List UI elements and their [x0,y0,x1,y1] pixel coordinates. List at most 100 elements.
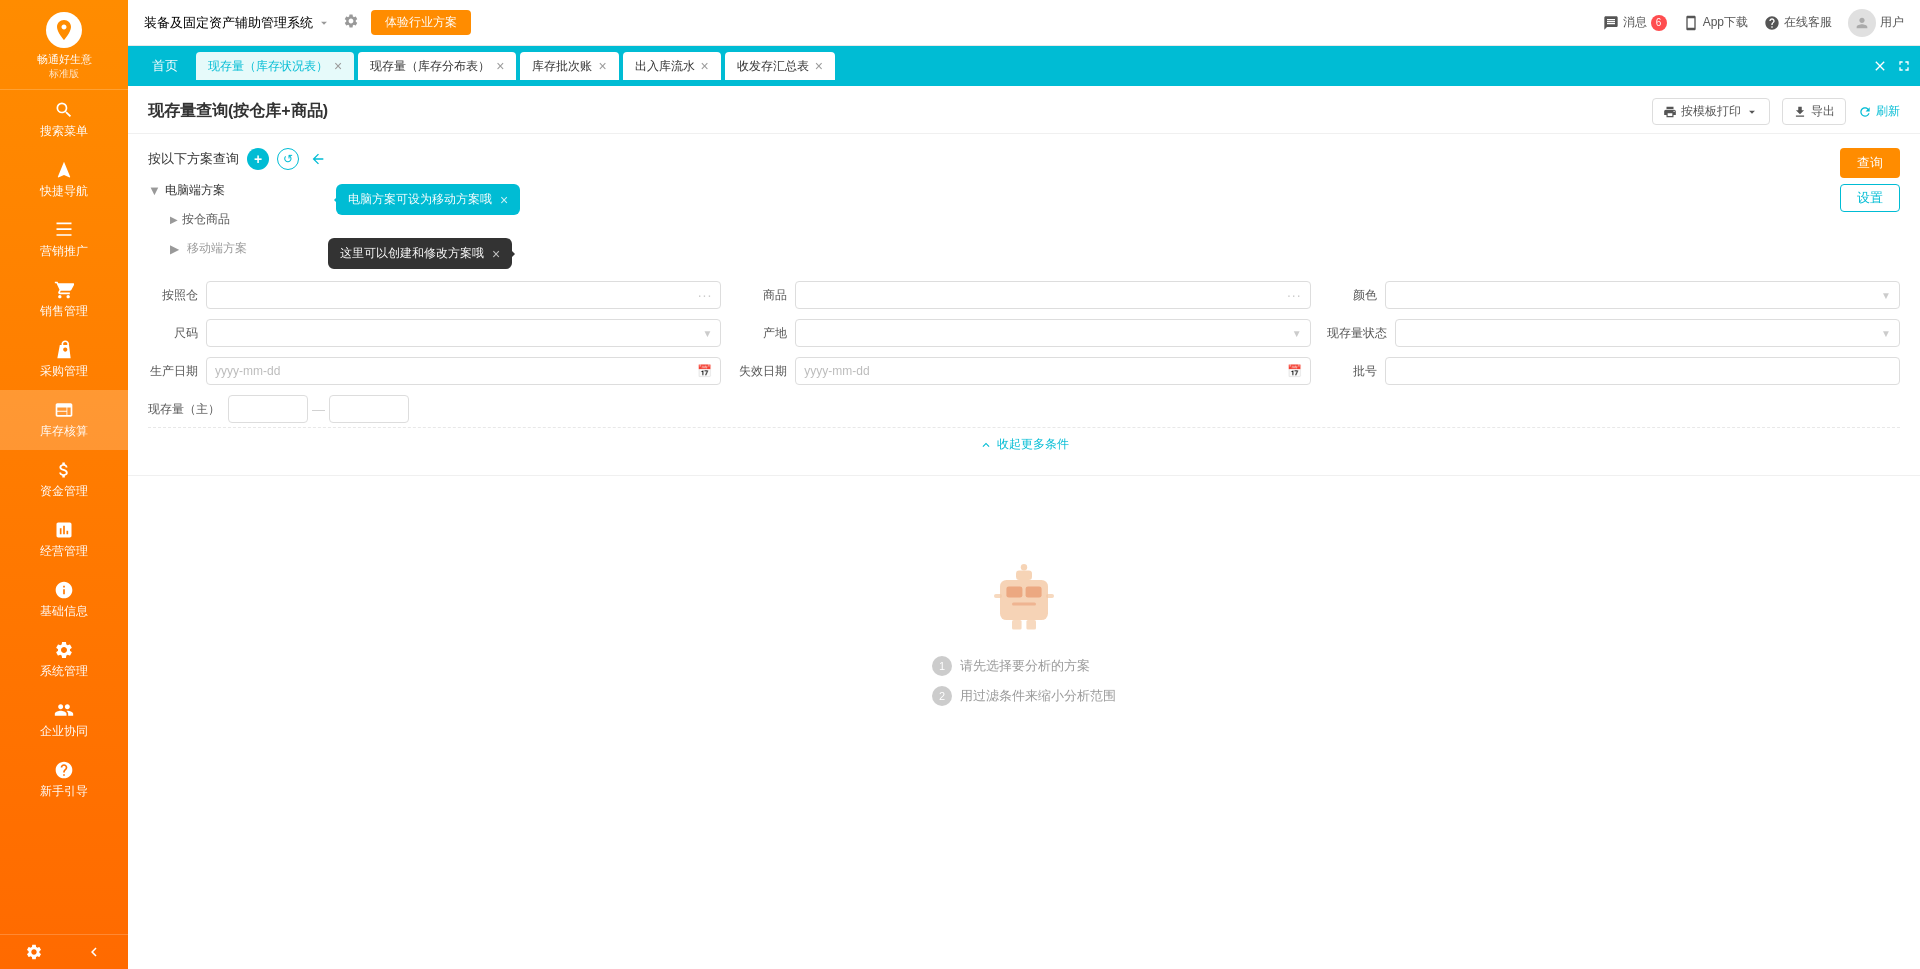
page-header: 现存量查询(按仓库+商品) 按模板打印 导出 刷新 [128,86,1920,134]
sidebar-label-sales: 销售管理 [40,303,88,320]
mobile-scheme-row[interactable]: ▶ 移动端方案 [164,238,328,259]
filter-add-btn[interactable]: + [247,148,269,170]
online-support-btn[interactable]: 在线客服 [1764,14,1832,31]
header-left: 装备及固定资产辅助管理系统 体验行业方案 [144,10,471,35]
tab-fullscreen-icon[interactable] [1896,58,1912,74]
color-chevron-icon: ▼ [1881,290,1891,301]
industry-btn[interactable]: 体验行业方案 [371,10,471,35]
filter-refresh-btn[interactable]: ↺ [277,148,299,170]
sidebar-label-guide: 新手引导 [40,783,88,800]
tooltip-create-text: 这里可以创建和修改方案哦 [340,245,484,262]
inv-qty-min[interactable] [228,395,308,423]
sidebar-item-inventory[interactable]: 库存核算 [0,390,128,450]
exp-date-calendar-icon: 📅 [1287,364,1302,378]
empty-state: 1 请先选择要分析的方案 2 用过滤条件来缩小分析范围 [128,476,1920,786]
user-avatar-area[interactable]: 用户 [1848,9,1904,37]
tab-inventory-status[interactable]: 现存量（库存状况表） × [196,52,354,80]
tab-close-in-out-flow[interactable]: × [701,58,709,74]
tab-in-out-flow[interactable]: 出入库流水 × [623,52,721,80]
tooltip-desktop-close[interactable]: × [500,192,508,208]
tab-close-batch-ledger[interactable]: × [598,58,606,74]
tab-recv-summary[interactable]: 收发存汇总表 × [725,52,835,80]
message-badge: 6 [1651,15,1667,31]
exp-date-input[interactable]: yyyy-mm-dd 📅 [795,357,1310,385]
warehouse-label: 按照仓 [148,287,198,304]
sidebar-item-system[interactable]: 系统管理 [0,630,128,690]
inv-qty-label: 现存量（主） [148,401,220,418]
page-actions: 按模板打印 导出 刷新 [1652,98,1900,125]
color-select[interactable]: ▼ [1385,281,1900,309]
svg-rect-4 [1016,570,1032,580]
tooltip-create-close[interactable]: × [492,246,500,262]
filter-color: 颜色 ▼ [1327,281,1900,309]
scheme-item-warehouse[interactable]: ▶ 按仓商品 [164,209,328,230]
warehouse-select[interactable]: ··· [206,281,721,309]
sidebar-item-basic[interactable]: 基础信息 [0,570,128,630]
sidebar-label-basic: 基础信息 [40,603,88,620]
tab-close-recv-summary[interactable]: × [815,58,823,74]
empty-step-2: 2 用过滤条件来缩小分析范围 [932,686,1116,706]
export-label: 导出 [1811,103,1835,120]
origin-select[interactable]: ▼ [795,319,1310,347]
sidebar-item-operations[interactable]: 经营管理 [0,510,128,570]
tree-expand-icon[interactable]: ▼ [148,183,161,198]
batch-label: 批号 [1327,363,1377,380]
message-btn[interactable]: 消息 6 [1603,14,1667,31]
sidebar-item-enterprise[interactable]: 企业协同 [0,690,128,750]
filter-left-btn[interactable] [307,148,329,170]
tab-inventory-dist[interactable]: 现存量（库存分布表） × [358,52,516,80]
top-header: 装备及固定资产辅助管理系统 体验行业方案 消息 6 App下载 在线客服 [128,0,1920,46]
app-download-btn[interactable]: App下载 [1683,14,1748,31]
sidebar-item-marketing[interactable]: 营销推广 [0,210,128,270]
goods-select[interactable]: ··· [795,281,1310,309]
sidebar-label-inventory: 库存核算 [40,423,88,440]
tab-close-inventory-dist[interactable]: × [496,58,504,74]
inv-qty-max[interactable] [329,395,409,423]
collapse-more-btn[interactable]: 收起更多条件 [148,427,1900,461]
filter-label: 按以下方案查询 [148,150,239,168]
query-btn[interactable]: 查询 [1840,148,1900,178]
tab-home[interactable]: 首页 [136,46,194,86]
print-btn[interactable]: 按模板打印 [1652,98,1770,125]
batch-input[interactable] [1385,357,1900,385]
filter-origin: 产地 ▼ [737,319,1310,347]
sidebar-label-finance: 资金管理 [40,483,88,500]
origin-chevron-icon: ▼ [1292,328,1302,339]
sidebar-item-nav[interactable]: 快捷导航 [0,150,128,210]
sidebar-label-nav: 快捷导航 [40,183,88,200]
svg-rect-0 [1000,580,1048,620]
step-num-2: 2 [932,686,952,706]
settings-icon[interactable] [25,943,43,961]
sidebar-item-guide[interactable]: 新手引导 [0,750,128,810]
sidebar-label-enterprise: 企业协同 [40,723,88,740]
export-btn[interactable]: 导出 [1782,98,1846,125]
size-chevron-icon: ▼ [702,328,712,339]
svg-rect-1 [1006,586,1022,597]
prod-date-label: 生产日期 [148,363,198,380]
sidebar-item-search[interactable]: 搜索菜单 [0,90,128,150]
tab-close-all-icon[interactable] [1872,58,1888,74]
system-name-dropdown[interactable]: 装备及固定资产辅助管理系统 [144,14,331,32]
online-support-label: 在线客服 [1784,14,1832,31]
set-btn[interactable]: 设置 [1840,184,1900,212]
header-gear-icon[interactable] [343,13,359,32]
prod-date-input[interactable]: yyyy-mm-dd 📅 [206,357,721,385]
prod-date-placeholder: yyyy-mm-dd [215,364,280,378]
tab-batch-ledger[interactable]: 库存批次账 × [520,52,618,80]
sidebar-item-purchase[interactable]: 采购管理 [0,330,128,390]
sidebar-item-finance[interactable]: 资金管理 [0,450,128,510]
svg-rect-8 [1012,620,1022,630]
collapse-sidebar-icon[interactable] [85,943,103,961]
message-label: 消息 [1623,14,1647,31]
tab-bar-right [1872,58,1912,74]
origin-label: 产地 [737,325,787,342]
refresh-btn[interactable]: 刷新 [1858,103,1900,120]
sidebar-label-marketing: 营销推广 [40,243,88,260]
exp-date-placeholder: yyyy-mm-dd [804,364,869,378]
tab-close-inventory-status[interactable]: × [334,58,342,74]
sidebar-item-sales[interactable]: 销售管理 [0,270,128,330]
inv-status-select[interactable]: ▼ [1395,319,1900,347]
exp-date-label: 失效日期 [737,363,787,380]
step-2-text: 用过滤条件来缩小分析范围 [960,687,1116,705]
size-select[interactable]: ▼ [206,319,721,347]
